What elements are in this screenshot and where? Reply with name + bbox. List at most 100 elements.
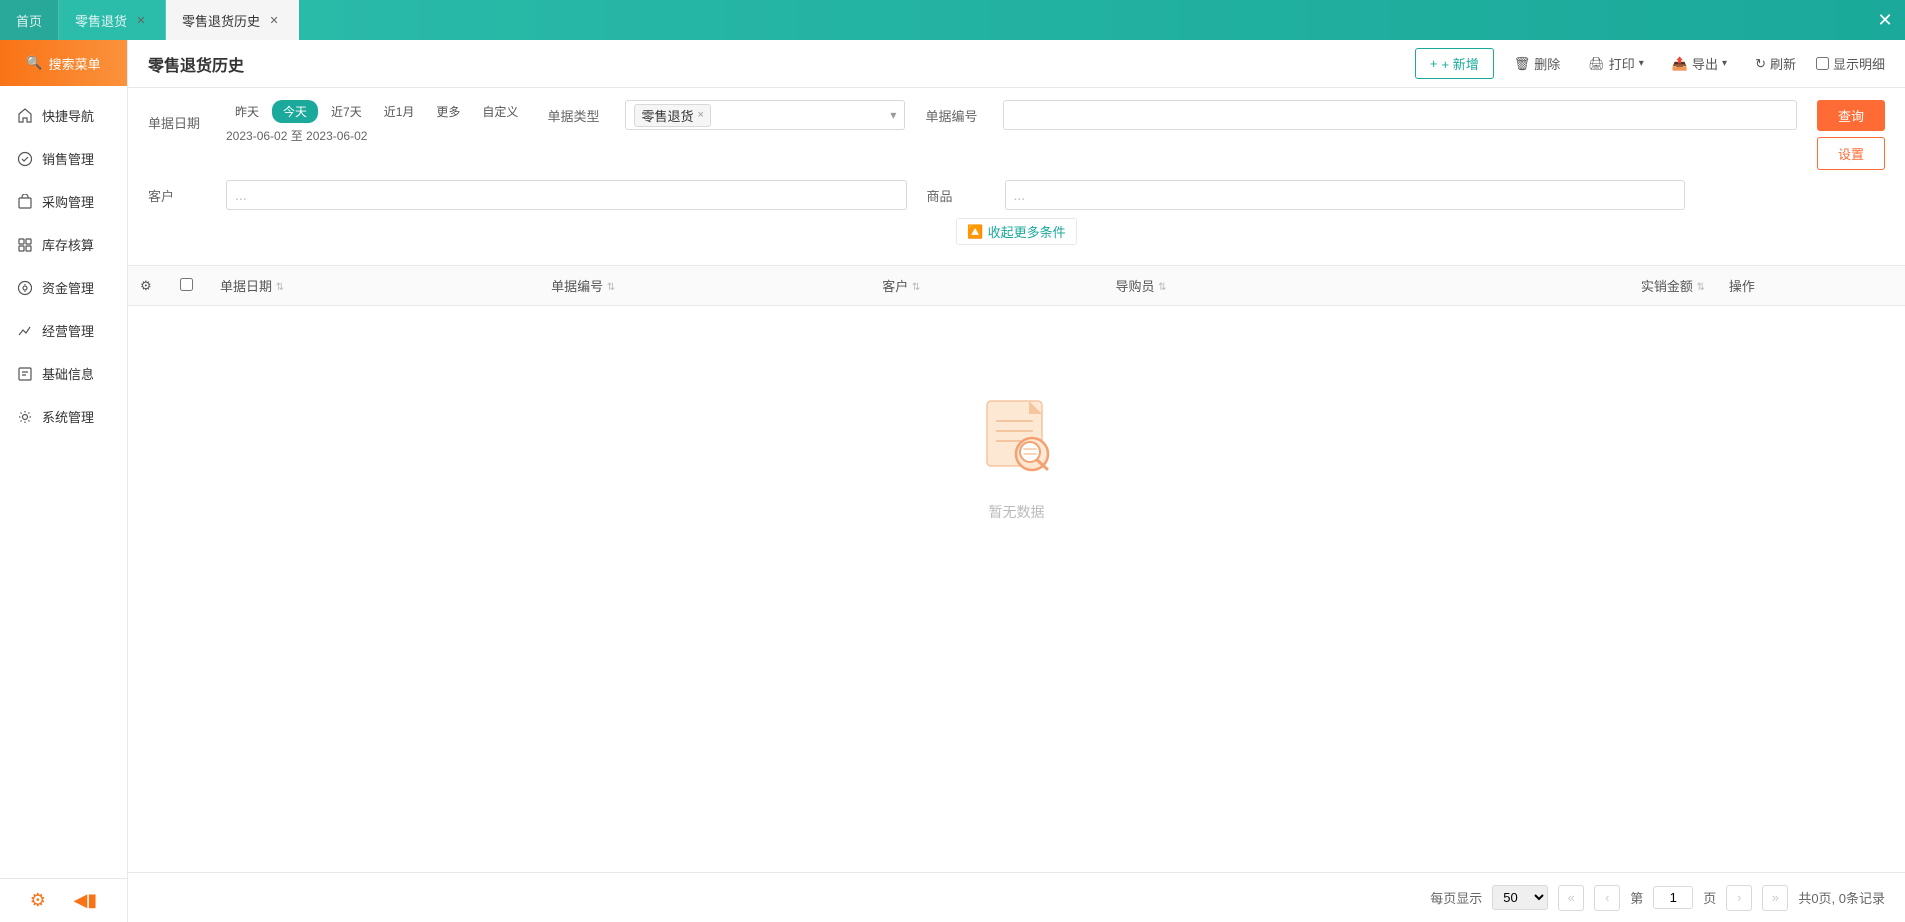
th-checkbox[interactable] [168,266,208,306]
tab-home-label: 首页 [16,11,42,30]
header-actions: + + 新增 🗑 删除 🖨 打印 ▾ 📤 导出 ▾ [1415,48,1885,79]
next-page-button[interactable]: › [1726,885,1752,911]
select-all-checkbox[interactable] [180,278,193,291]
sidebar-nav: 快捷导航 销售管理 采购管理 库存核算 [0,86,127,878]
th-guide-label: 导购员 [1116,279,1155,294]
customer-sort-icon: ⇅ [912,282,920,293]
refresh-label: 刷新 [1770,54,1796,73]
customer-select[interactable]: ... [226,180,907,210]
inventory-icon [16,236,34,254]
th-doc-number[interactable]: 单据编号 ⇅ [539,266,870,306]
main-layout: 🔍 搜索菜单 快捷导航 销售管理 采购管理 [0,40,1905,922]
sidebar-item-sales-mgmt[interactable]: 销售管理 [0,137,127,180]
th-doc-date[interactable]: 单据日期 ⇅ [208,266,539,306]
empty-state: 暂无数据 [128,306,1905,602]
sidebar-item-inventory-label: 库存核算 [42,235,94,254]
tab-retail-return-close[interactable]: ✕ [133,12,149,28]
date-more-btn[interactable]: 更多 [427,100,469,123]
sidebar-item-purchase-mgmt[interactable]: 采购管理 [0,180,127,223]
per-page-label: 每页显示 [1430,888,1482,907]
th-guide[interactable]: 导购员 ⇅ [1104,266,1386,306]
audio-footer-icon[interactable]: ◀▮ [73,890,97,911]
prev-page-button[interactable]: ‹ [1594,885,1620,911]
customer-label: 客户 [148,186,218,205]
delete-icon: 🗑 [1514,56,1531,72]
tab-retail-return-history[interactable]: 零售退货历史 ✕ [166,0,299,40]
sidebar-item-finance[interactable]: 资金管理 [0,266,127,309]
empty-text: 暂无数据 [989,502,1045,522]
filter-separator: 🔼 收起更多条件 [148,218,1885,245]
sidebar: 🔍 搜索菜单 快捷导航 销售管理 采购管理 [0,40,128,922]
settings-footer-icon[interactable]: ⚙ [30,890,46,911]
th-customer-label: 客户 [882,279,908,294]
doc-date-sort-icon: ⇅ [276,282,284,293]
date-today-btn[interactable]: 今天 [272,100,318,123]
tab-retail-return[interactable]: 零售退货 ✕ [59,0,166,40]
delete-label: 删除 [1534,54,1560,73]
date-7days-btn[interactable]: 近7天 [322,100,371,123]
amount-sort-icon: ⇅ [1696,282,1704,293]
doc-type-tag-close[interactable]: × [697,109,703,121]
th-amount-label: 实销金额 [1641,279,1693,294]
tab-retail-return-history-close[interactable]: ✕ [266,12,282,28]
export-dropdown-icon: ▾ [1722,58,1727,69]
date-yesterday-btn[interactable]: 昨天 [226,100,268,123]
page-input[interactable]: 1 [1653,886,1693,909]
date-custom-btn[interactable]: 自定义 [473,100,527,123]
settings-icon[interactable]: ⚙ [140,278,152,293]
print-dropdown-icon: ▾ [1639,58,1644,69]
sidebar-item-basic-info[interactable]: 基础信息 [0,352,127,395]
sidebar-item-inventory[interactable]: 库存核算 [0,223,127,266]
print-button[interactable]: 🖨 打印 ▾ [1580,50,1652,77]
sidebar-item-quick-nav[interactable]: 快捷导航 [0,94,127,137]
export-button[interactable]: 📤 导出 ▾ [1664,50,1735,77]
per-page-select[interactable]: 50 10 20 100 [1492,885,1548,910]
settings-button[interactable]: 设置 [1817,137,1885,170]
collapse-button[interactable]: 🔼 收起更多条件 [956,218,1076,245]
sidebar-item-finance-label: 资金管理 [42,278,94,297]
doc-type-filter-cell: 单据类型 零售退货 × ▾ [547,100,905,130]
pagination-bar: 每页显示 50 10 20 100 « ‹ 第 1 页 › » 共0页, 0条记… [128,872,1905,922]
last-page-button[interactable]: » [1762,885,1788,911]
date-filter-group: 昨天 今天 近7天 近1月 更多 自定义 2023-06-02 至 2023-0… [226,100,527,144]
collapse-label: 收起更多条件 [988,222,1066,241]
th-settings[interactable]: ⚙ [128,266,168,306]
sidebar-footer: ⚙ ◀▮ [0,878,127,922]
sidebar-item-system-mgmt[interactable]: 系统管理 [0,395,127,438]
doc-number-input[interactable] [1003,100,1797,130]
delete-button[interactable]: 🗑 删除 [1506,50,1569,77]
new-button[interactable]: + + 新增 [1415,48,1494,79]
sidebar-item-operations[interactable]: 经营管理 [0,309,127,352]
refresh-icon: ↻ [1755,56,1766,72]
sidebar-item-system-label: 系统管理 [42,407,94,426]
doc-type-select[interactable]: 零售退货 × ▾ [625,100,905,130]
th-doc-number-label: 单据编号 [551,279,603,294]
show-detail-checkbox[interactable] [1816,57,1829,70]
tab-home[interactable]: 首页 [0,0,59,40]
table-header: ⚙ 单据日期 ⇅ 单据编号 ⇅ [128,266,1905,306]
first-page-button[interactable]: « [1558,885,1584,911]
doc-type-dropdown-arrow: ▾ [890,108,896,122]
show-detail-checkbox-label[interactable]: 显示明细 [1816,54,1885,73]
th-action-label: 操作 [1729,279,1755,294]
sidebar-search-label: 搜索菜单 [49,54,101,73]
print-icon: 🖨 [1588,56,1605,72]
empty-icon [967,386,1067,486]
date-range-display: 2023-06-02 至 2023-06-02 [226,127,527,144]
th-customer[interactable]: 客户 ⇅ [870,266,1103,306]
sidebar-item-purchase-label: 采购管理 [42,192,94,211]
export-icon: 📤 [1672,56,1688,72]
sidebar-item-basic-info-label: 基础信息 [42,364,94,383]
sidebar-search[interactable]: 🔍 搜索菜单 [0,40,127,86]
date-filter-label: 单据日期 [148,113,218,132]
print-label: 打印 [1609,54,1635,73]
query-button[interactable]: 查询 [1817,100,1885,131]
refresh-button[interactable]: ↻ 刷新 [1747,50,1804,77]
th-amount[interactable]: 实销金额 ⇅ [1386,266,1717,306]
filter-action-buttons: 查询 设置 [1817,100,1885,170]
goods-select[interactable]: ... [1005,180,1686,210]
date-1month-btn[interactable]: 近1月 [375,100,424,123]
window-close-button[interactable]: ✕ [1865,0,1905,40]
goods-filter-cell: 商品 ... [927,180,1686,210]
table-area: ⚙ 单据日期 ⇅ 单据编号 ⇅ [128,266,1905,872]
